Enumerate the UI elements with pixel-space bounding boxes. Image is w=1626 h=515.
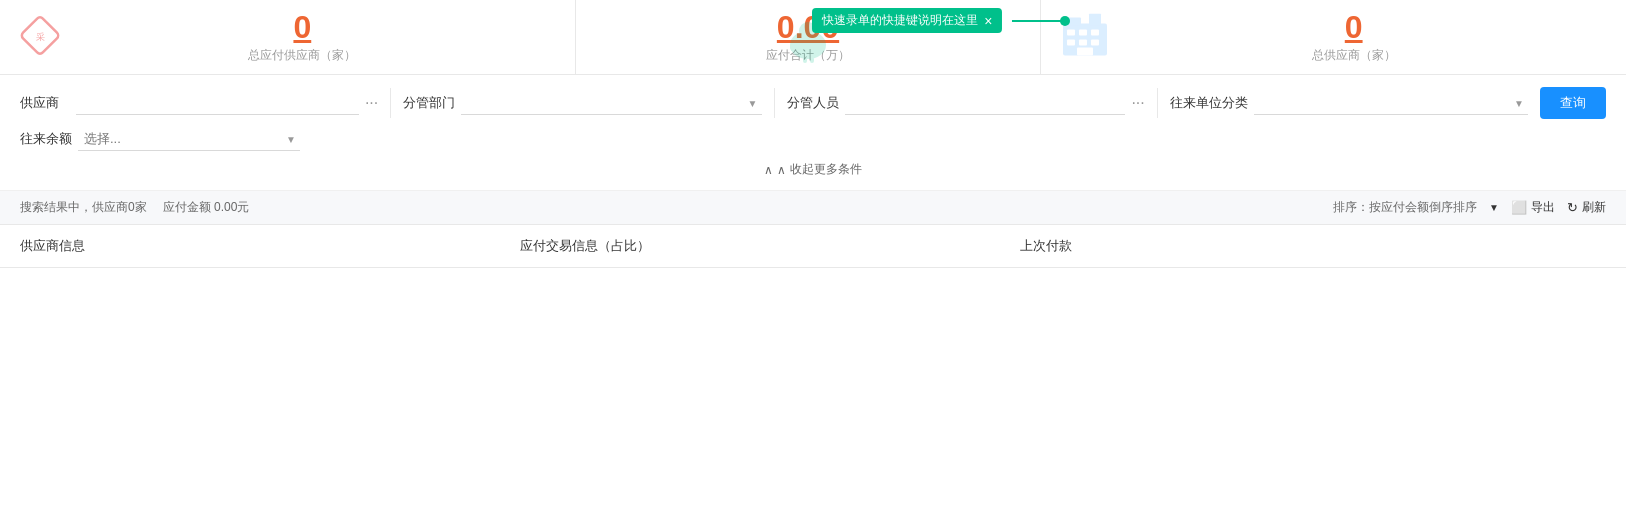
export-label: 导出 (1531, 199, 1555, 216)
filter-supplier: 供应商 ··· (20, 91, 378, 115)
refresh-button[interactable]: ↻ 刷新 (1567, 199, 1606, 216)
refresh-label: 刷新 (1582, 199, 1606, 216)
balance-select-wrapper: ▼ (78, 127, 300, 151)
dept-select-wrapper: ▼ (461, 91, 761, 115)
results-actions: 排序：按应付会额倒序排序 ▼ ⬜ 导出 ↻ 刷新 (1333, 199, 1606, 216)
supplier-input[interactable] (76, 91, 359, 115)
stat3-value: 0 (1345, 11, 1363, 43)
supplier-label: 供应商 (20, 94, 70, 112)
svg-text:采: 采 (36, 32, 45, 42)
filter-person: 分管人员 ··· (787, 91, 1145, 115)
person-label: 分管人员 (787, 94, 839, 112)
stat-total-payable-suppliers: 采 0 总应付供应商（家） (0, 0, 576, 74)
dept-input[interactable] (461, 91, 761, 115)
sort-label: 排序：按应付会额倒序排序 (1333, 199, 1477, 216)
svg-rect-8 (805, 22, 809, 28)
results-summary: 搜索结果中，供应商0家 应付金额 0.00元 (20, 199, 249, 216)
divider2 (774, 88, 775, 118)
refresh-icon: ↻ (1567, 200, 1578, 215)
svg-rect-10 (1067, 30, 1075, 36)
filter-balance: 往来余额 ▼ (20, 127, 300, 151)
svg-rect-6 (810, 57, 814, 63)
person-input-wrapper (845, 91, 1126, 115)
export-icon: ⬜ (1511, 200, 1527, 215)
sort-chevron-icon: ▼ (1489, 202, 1499, 213)
filter-category: 往来单位分类 ▼ (1170, 91, 1528, 115)
svg-rect-18 (1089, 14, 1101, 26)
person-dots[interactable]: ··· (1131, 95, 1144, 111)
divider3 (1157, 88, 1158, 118)
table-col-supplier-info: 供应商信息 (20, 237, 520, 255)
tooltip-text: 快速录单的快捷键说明在这里 (822, 12, 978, 29)
svg-rect-13 (1067, 40, 1075, 46)
stat1-label: 总应付供应商（家） (248, 47, 356, 64)
filter-dept: 分管部门 ▼ (403, 91, 761, 115)
query-button[interactable]: 查询 (1540, 87, 1606, 119)
collapse-chevron-icon: ∧ ∧ (764, 163, 785, 177)
filter-row-2: 往来余额 ▼ (20, 127, 1606, 151)
table-col-last-payment: 上次付款 (1020, 237, 1606, 255)
stat-payable-total: 快速录单的快捷键说明在这里 × 0.00 应付合计（万） (576, 0, 1042, 74)
results-amount: 应付金额 0.00元 (163, 199, 250, 216)
dept-label: 分管部门 (403, 94, 455, 112)
svg-rect-15 (1091, 40, 1099, 46)
stat1-value: 0 (293, 11, 311, 43)
balance-select[interactable] (78, 127, 300, 151)
stats-bar: 采 0 总应付供应商（家） 快速录单的快捷键说明在这里 × 0.00 应 (0, 0, 1626, 75)
table-header: 供应商信息 应付交易信息（占比） 上次付款 (0, 225, 1626, 268)
stat3-label: 总供应商（家） (1312, 47, 1396, 64)
diamond-icon: 采 (18, 14, 62, 61)
results-supplier-count: 搜索结果中，供应商0家 (20, 199, 147, 216)
balance-label: 往来余额 (20, 130, 72, 148)
table-col-transaction: 应付交易信息（占比） (520, 237, 1020, 255)
svg-rect-12 (1091, 30, 1099, 36)
collapse-label: 收起更多条件 (790, 161, 862, 178)
category-label: 往来单位分类 (1170, 94, 1248, 112)
tooltip-close[interactable]: × (984, 14, 992, 28)
svg-rect-16 (1077, 48, 1093, 56)
supplier-dots[interactable]: ··· (365, 95, 378, 111)
filter-bar: 供应商 ··· 分管部门 ▼ 分管人员 ··· 往来单位分类 (0, 75, 1626, 191)
results-bar: 搜索结果中，供应商0家 应付金额 0.00元 排序：按应付会额倒序排序 ▼ ⬜ … (0, 191, 1626, 225)
filter-row-1: 供应商 ··· 分管部门 ▼ 分管人员 ··· 往来单位分类 (20, 87, 1606, 119)
person-input[interactable] (845, 91, 1126, 115)
category-input[interactable] (1254, 91, 1528, 115)
svg-rect-11 (1079, 30, 1087, 36)
export-button[interactable]: ⬜ 导出 (1511, 199, 1555, 216)
svg-point-4 (790, 42, 798, 52)
category-select-wrapper: ▼ (1254, 91, 1528, 115)
supplier-input-wrapper (76, 91, 359, 115)
table-body (0, 268, 1626, 515)
divider1 (390, 88, 391, 118)
svg-rect-5 (803, 57, 807, 63)
tooltip-dot (1060, 16, 1070, 26)
tooltip: 快速录单的快捷键说明在这里 × (812, 8, 1002, 33)
svg-rect-14 (1079, 40, 1087, 46)
collapse-button[interactable]: ∧ ∧ 收起更多条件 (20, 155, 1606, 184)
stat-total-suppliers: 0 总供应商（家） (1041, 0, 1626, 74)
